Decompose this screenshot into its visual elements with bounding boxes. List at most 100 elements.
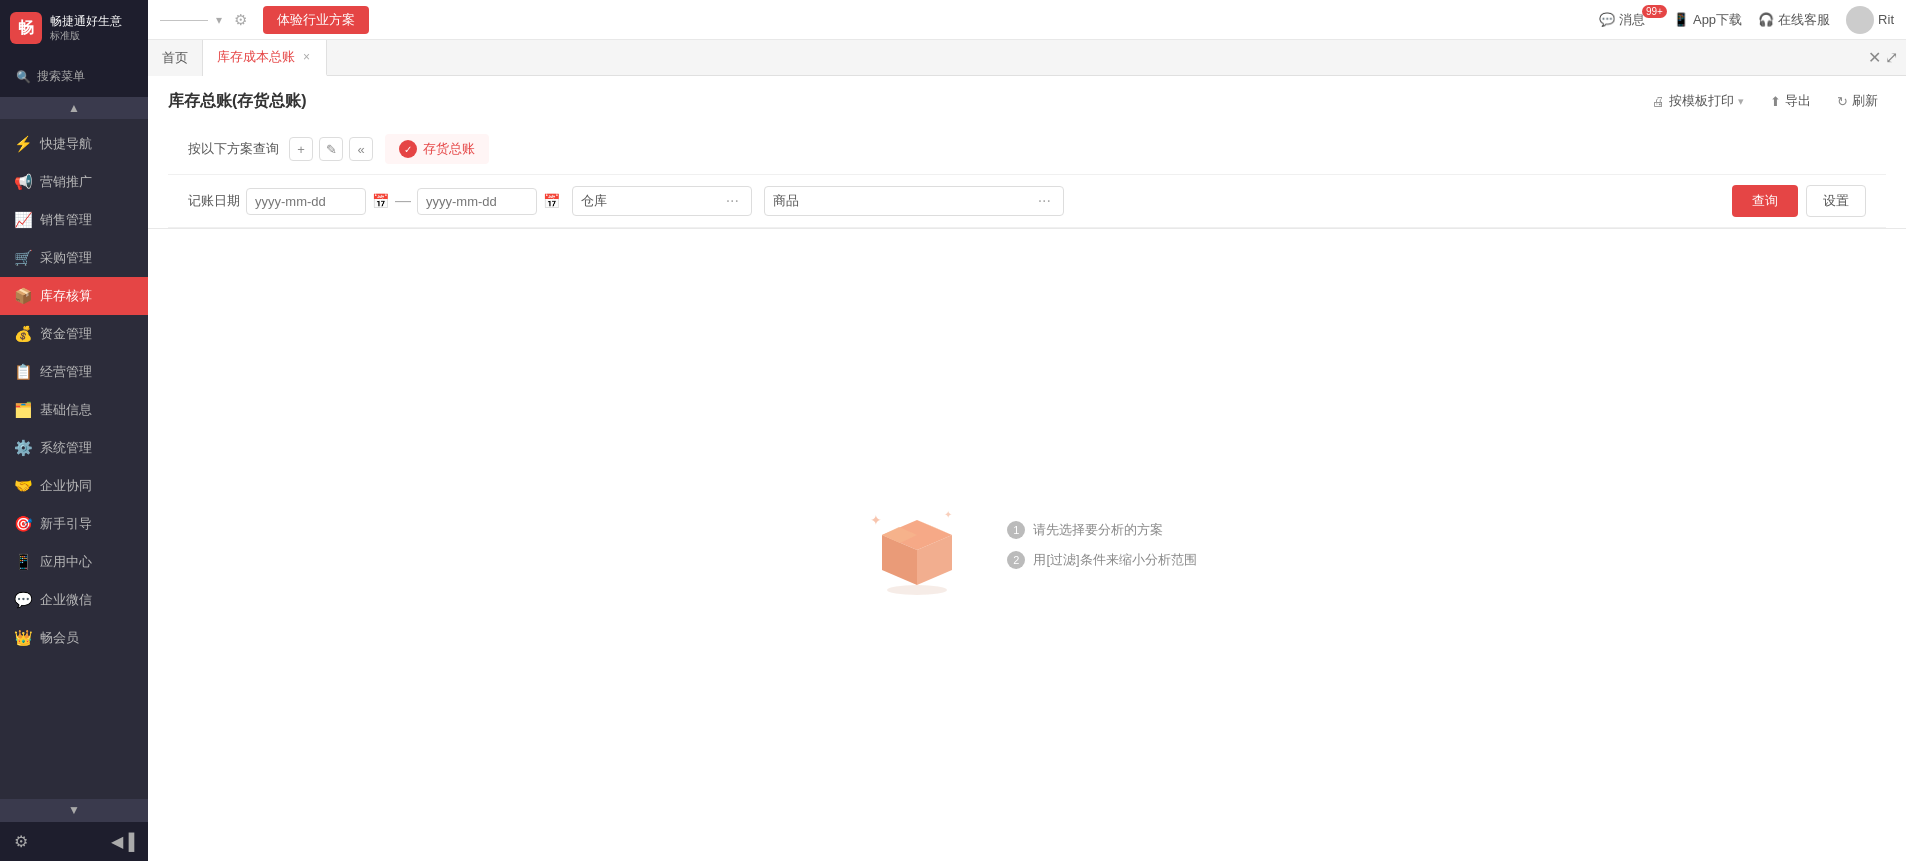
settings-icon[interactable]: ⚙ xyxy=(14,832,28,851)
headset-icon: 🎧 xyxy=(1758,12,1774,27)
sidebar-item-guide[interactable]: 🎯 新手引导 xyxy=(0,505,148,543)
scheme-label: 存货总账 xyxy=(423,140,475,158)
sidebar-item-vip[interactable]: 👑 畅会员 xyxy=(0,619,148,657)
message-icon: 💬 xyxy=(1599,12,1615,27)
operation-icon: 📋 xyxy=(14,363,32,381)
filter-scheme-label: 按以下方案查询 xyxy=(188,140,279,158)
guide-icon: 🎯 xyxy=(14,515,32,533)
date-separator: — xyxy=(395,192,411,210)
box-svg: ✦ ✦ xyxy=(862,490,972,600)
sidebar-item-operation[interactable]: 📋 经营管理 xyxy=(0,353,148,391)
settings-btn[interactable]: 设置 xyxy=(1806,185,1866,217)
page-title: 库存总账(存货总账) xyxy=(168,91,307,112)
export-btn[interactable]: ⬆ 导出 xyxy=(1762,88,1819,114)
svg-text:✦: ✦ xyxy=(870,512,882,528)
action-buttons: 查询 设置 xyxy=(1732,185,1866,217)
refresh-btn[interactable]: ↻ 刷新 xyxy=(1829,88,1886,114)
sidebar-item-inventory[interactable]: 📦 库存核算 xyxy=(0,277,148,315)
print-icon: 🖨 xyxy=(1652,94,1665,109)
app-logo: 畅 畅捷通好生意 标准版 xyxy=(0,0,148,56)
sidebar: 畅 畅捷通好生意 标准版 🔍 搜索菜单 ▲ ⚡ 快捷导航 📢 营销推广 📈 销售… xyxy=(0,0,148,861)
empty-hint-1: 1 请先选择要分析的方案 xyxy=(1007,521,1196,539)
collapse-icon[interactable]: ◀▐ xyxy=(111,832,134,851)
date-end-input[interactable] xyxy=(417,188,537,215)
basic-icon: 🗂️ xyxy=(14,401,32,419)
online-service-btn[interactable]: 🎧 在线客服 xyxy=(1758,11,1830,29)
date-start-calendar-icon[interactable]: 📅 xyxy=(372,193,389,209)
collapse-filter-btn[interactable]: « xyxy=(349,137,373,161)
page-header-top: 库存总账(存货总账) 🖨 按模板打印 ▾ ⬆ 导出 ↻ 刷新 xyxy=(168,88,1886,114)
warehouse-label: 仓库 xyxy=(581,192,607,210)
print-btn[interactable]: 🖨 按模板打印 ▾ xyxy=(1644,88,1752,114)
sidebar-item-marketing[interactable]: 📢 营销推广 xyxy=(0,163,148,201)
scroll-up-btn[interactable]: ▲ xyxy=(0,97,148,119)
vip-icon: 👑 xyxy=(14,629,32,647)
sidebar-item-app-center[interactable]: 📱 应用中心 xyxy=(0,543,148,581)
warehouse-more-icon[interactable]: ··· xyxy=(722,192,743,210)
cooperation-icon: 🤝 xyxy=(14,477,32,495)
phone-icon: 📱 xyxy=(1673,12,1689,27)
topbar: ———— ▾ ⚙ 体验行业方案 💬 消息 99+ 📱 App下载 🎧 在线客服 … xyxy=(148,0,1906,40)
warehouse-select[interactable]: 仓库 ··· xyxy=(572,186,752,216)
sales-icon: 📈 xyxy=(14,211,32,229)
sidebar-search[interactable]: 🔍 搜索菜单 xyxy=(0,56,148,97)
edit-scheme-btn[interactable]: ✎ xyxy=(319,137,343,161)
sidebar-item-wechat[interactable]: 💬 企业微信 xyxy=(0,581,148,619)
empty-state: ✦ ✦ 1 请先选择要分析的方案 2 用[过滤]条件来缩小分析范围 xyxy=(148,229,1906,861)
search-menu-btn[interactable]: 🔍 搜索菜单 xyxy=(10,64,138,89)
page-actions: 🖨 按模板打印 ▾ ⬆ 导出 ↻ 刷新 xyxy=(1644,88,1886,114)
empty-illustration: ✦ ✦ xyxy=(857,485,977,605)
empty-text: 1 请先选择要分析的方案 2 用[过滤]条件来缩小分析范围 xyxy=(1007,521,1196,569)
scheme-item-inventory[interactable]: ✓ 存货总账 xyxy=(385,134,489,164)
sidebar-item-quick-nav[interactable]: ⚡ 快捷导航 xyxy=(0,125,148,163)
refresh-icon: ↻ xyxy=(1837,94,1848,109)
goods-label: 商品 xyxy=(773,192,799,210)
goods-select[interactable]: 商品 ··· xyxy=(764,186,1064,216)
quick-nav-icon: ⚡ xyxy=(14,135,32,153)
breadcrumb-text: ———— xyxy=(160,13,208,27)
sidebar-item-sales[interactable]: 📈 销售管理 xyxy=(0,201,148,239)
username-label: Rit xyxy=(1878,12,1894,27)
user-avatar-area[interactable]: Rit xyxy=(1846,6,1894,34)
date-start-input[interactable] xyxy=(246,188,366,215)
topbar-chevron-icon[interactable]: ▾ xyxy=(216,13,222,27)
tab-panel-close-area: ✕ ⤢ xyxy=(1868,48,1906,67)
topbar-gear-icon[interactable]: ⚙ xyxy=(230,7,251,33)
warehouse-filter-group: 仓库 ··· xyxy=(572,186,752,216)
svg-point-7 xyxy=(887,585,947,595)
logo-text: 畅捷通好生意 标准版 xyxy=(50,13,122,44)
sidebar-item-finance[interactable]: 💰 资金管理 xyxy=(0,315,148,353)
tabs-bar: 首页 库存成本总账 × ✕ ⤢ xyxy=(148,40,1906,76)
page-header: 库存总账(存货总账) 🖨 按模板打印 ▾ ⬆ 导出 ↻ 刷新 xyxy=(148,76,1906,229)
app-center-icon: 📱 xyxy=(14,553,32,571)
tab-home[interactable]: 首页 xyxy=(148,40,203,76)
date-label: 记账日期 xyxy=(188,192,240,210)
sidebar-item-basic[interactable]: 🗂️ 基础信息 xyxy=(0,391,148,429)
app-download-btn[interactable]: 📱 App下载 xyxy=(1673,11,1742,29)
query-btn[interactable]: 查询 xyxy=(1732,185,1798,217)
wechat-icon: 💬 xyxy=(14,591,32,609)
industry-solution-btn[interactable]: 体验行业方案 xyxy=(263,6,369,34)
sidebar-item-purchase[interactable]: 🛒 采购管理 xyxy=(0,239,148,277)
content-area: 库存总账(存货总账) 🖨 按模板打印 ▾ ⬆ 导出 ↻ 刷新 xyxy=(148,76,1906,861)
svg-text:✦: ✦ xyxy=(944,509,952,520)
hint-num-1: 1 xyxy=(1007,521,1025,539)
hint-num-2: 2 xyxy=(1007,551,1025,569)
sidebar-item-system[interactable]: ⚙️ 系统管理 xyxy=(0,429,148,467)
panel-close-icon[interactable]: ✕ xyxy=(1868,48,1881,67)
search-icon: 🔍 xyxy=(16,70,31,84)
export-icon: ⬆ xyxy=(1770,94,1781,109)
message-btn[interactable]: 💬 消息 99+ xyxy=(1599,11,1657,29)
scroll-down-btn[interactable]: ▼ xyxy=(0,799,148,821)
tab-inventory-ledger[interactable]: 库存成本总账 × xyxy=(203,40,327,76)
date-end-calendar-icon[interactable]: 📅 xyxy=(543,193,560,209)
goods-more-icon[interactable]: ··· xyxy=(1034,192,1055,210)
inventory-icon: 📦 xyxy=(14,287,32,305)
avatar xyxy=(1846,6,1874,34)
add-scheme-btn[interactable]: + xyxy=(289,137,313,161)
scheme-icon: ✓ xyxy=(399,140,417,158)
sidebar-item-cooperation[interactable]: 🤝 企业协同 xyxy=(0,467,148,505)
system-icon: ⚙️ xyxy=(14,439,32,457)
tab-close-btn[interactable]: × xyxy=(301,50,312,64)
panel-resize-icon[interactable]: ⤢ xyxy=(1885,48,1898,67)
